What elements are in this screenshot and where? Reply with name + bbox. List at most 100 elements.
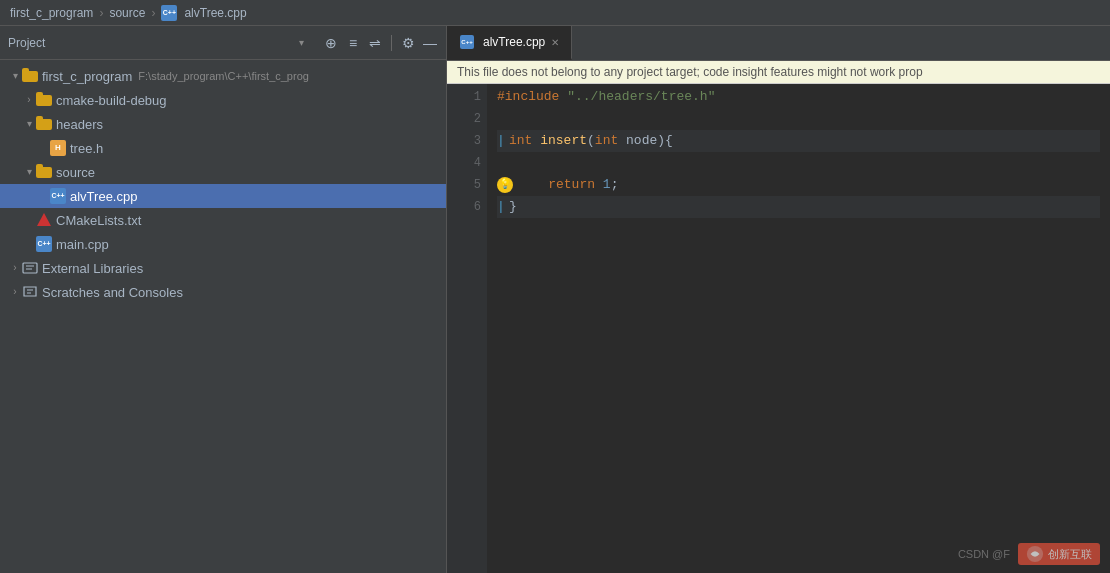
toolbar-separator bbox=[391, 35, 392, 51]
code-fn-insert: insert bbox=[540, 130, 587, 152]
warning-banner: This file does not belong to any project… bbox=[447, 61, 1110, 84]
folder-icon-source bbox=[36, 164, 52, 180]
svg-rect-1 bbox=[23, 263, 37, 273]
tree-item-source[interactable]: ▾ source bbox=[0, 160, 446, 184]
tree-label-source: source bbox=[56, 165, 95, 180]
tree-label-root: first_c_program bbox=[42, 69, 132, 84]
tree-item-external-libs[interactable]: › External Libraries bbox=[0, 256, 446, 280]
code-brace-open: { bbox=[665, 130, 673, 152]
tree-label-alvtree-cpp: alvTree.cpp bbox=[70, 189, 137, 204]
file-tree: ▾ first_c_program F:\stady_program\C++\f… bbox=[0, 60, 446, 573]
scratches-icon bbox=[22, 284, 38, 300]
code-int-kw: int bbox=[509, 130, 540, 152]
split-icon[interactable]: ⇌ bbox=[367, 35, 383, 51]
sidebar: Project ▾ ⊕ ≡ ⇌ ⚙ — ▾ first_c_pr bbox=[0, 26, 447, 573]
folder-icon-cmake-build bbox=[36, 92, 52, 108]
line-num-5: 5 bbox=[453, 174, 481, 196]
tree-arrow-root: ▾ bbox=[8, 69, 22, 83]
cmake-file-icon bbox=[36, 212, 52, 228]
code-line-4 bbox=[497, 152, 1100, 174]
watermark-logo: 创新互联 bbox=[1018, 543, 1100, 565]
code-line-5: 💡 return 1; bbox=[497, 174, 1100, 196]
breadcrumb-source[interactable]: source bbox=[109, 6, 145, 20]
cpp-file-icon-alvtree: C++ bbox=[50, 188, 66, 204]
tree-item-headers[interactable]: ▾ headers bbox=[0, 112, 446, 136]
tree-arrow-headers: ▾ bbox=[22, 117, 36, 131]
cpp-file-icon-main: C++ bbox=[36, 236, 52, 252]
folder-icon-root bbox=[22, 68, 38, 84]
tab-close-button[interactable]: ✕ bbox=[551, 37, 559, 48]
code-paren-open: ( bbox=[587, 130, 595, 152]
tree-label-main-cpp: main.cpp bbox=[56, 237, 109, 252]
gutter-mark-6: | bbox=[497, 196, 505, 218]
editor-area: C++ alvTree.cpp ✕ This file does not bel… bbox=[447, 26, 1110, 573]
line-numbers: 1 2 3 4 5 6 bbox=[447, 84, 487, 573]
tab-alvtree-cpp[interactable]: C++ alvTree.cpp ✕ bbox=[447, 26, 572, 60]
minimize-icon[interactable]: — bbox=[422, 35, 438, 51]
breadcrumb-project[interactable]: first_c_program bbox=[10, 6, 93, 20]
watermark-logo-text: 创新互联 bbox=[1048, 547, 1092, 562]
breadcrumb-sep-1: › bbox=[99, 6, 103, 20]
line-num-1: 1 bbox=[453, 86, 481, 108]
svg-marker-0 bbox=[37, 213, 51, 226]
breadcrumb-file[interactable]: alvTree.cpp bbox=[184, 6, 246, 20]
external-libs-icon bbox=[22, 260, 38, 276]
tree-arrow-cmake-build: › bbox=[22, 93, 36, 107]
tree-label-headers: headers bbox=[56, 117, 103, 132]
tree-arrow-scratches: › bbox=[8, 285, 22, 299]
tree-label-cmakelists: CMakeLists.txt bbox=[56, 213, 141, 228]
code-line-3: |int insert(int node){ bbox=[497, 130, 1100, 152]
gutter-mark-3: | bbox=[497, 130, 505, 152]
code-return-val: 1 bbox=[603, 174, 611, 196]
line-num-2: 2 bbox=[453, 108, 481, 130]
code-spaces-5 bbox=[517, 174, 548, 196]
line-num-4: 4 bbox=[453, 152, 481, 174]
earth-icon[interactable]: ⊕ bbox=[323, 35, 339, 51]
tree-arrow-external-libs: › bbox=[8, 261, 22, 275]
watermark-text: CSDN @F bbox=[958, 548, 1010, 560]
tree-label-external-libs: External Libraries bbox=[42, 261, 143, 276]
project-dropdown-arrow[interactable]: ▾ bbox=[299, 37, 304, 48]
folder-icon-headers bbox=[36, 116, 52, 132]
warning-text: This file does not belong to any project… bbox=[457, 65, 923, 79]
code-semi-5: ; bbox=[611, 174, 619, 196]
tree-item-tree-h[interactable]: › H tree.h bbox=[0, 136, 446, 160]
line-num-6: 6 bbox=[453, 196, 481, 218]
tab-cpp-icon: C++ bbox=[459, 34, 475, 50]
bulb-icon[interactable]: 💡 bbox=[497, 177, 513, 193]
tree-arrow-source: ▾ bbox=[22, 165, 36, 179]
tree-label-scratches: Scratches and Consoles bbox=[42, 285, 183, 300]
sidebar-title: Project bbox=[8, 36, 293, 50]
breadcrumb-cpp-icon: C++ bbox=[161, 5, 177, 21]
line-num-3: 3 bbox=[453, 130, 481, 152]
tree-item-cmake-build[interactable]: › cmake-build-debug bbox=[0, 88, 446, 112]
breadcrumb-bar: first_c_program › source › C++ alvTree.c… bbox=[0, 0, 1110, 26]
tree-label-root-path: F:\stady_program\C++\first_c_prog bbox=[138, 70, 309, 82]
h-file-icon: H bbox=[50, 140, 66, 156]
list-icon[interactable]: ≡ bbox=[345, 35, 361, 51]
tree-label-tree-h: tree.h bbox=[70, 141, 103, 156]
tree-item-root[interactable]: ▾ first_c_program F:\stady_program\C++\f… bbox=[0, 64, 446, 88]
breadcrumb-sep-2: › bbox=[151, 6, 155, 20]
code-line-2 bbox=[497, 108, 1100, 130]
tree-item-cmakelists[interactable]: › CMakeLists.txt bbox=[0, 208, 446, 232]
gear-icon[interactable]: ⚙ bbox=[400, 35, 416, 51]
code-content[interactable]: #include "../headers/tree.h" |int insert… bbox=[487, 84, 1110, 573]
code-int-kw2: int bbox=[595, 130, 618, 152]
code-editor[interactable]: 1 2 3 4 5 6 #include "../headers/tree.h" bbox=[447, 84, 1110, 573]
tree-item-scratches[interactable]: › Scratches and Consoles bbox=[0, 280, 446, 304]
tree-item-alvtree-cpp[interactable]: › C++ alvTree.cpp bbox=[0, 184, 446, 208]
tree-item-main-cpp[interactable]: › C++ main.cpp bbox=[0, 232, 446, 256]
logo-icon bbox=[1026, 545, 1044, 563]
code-brace-close: } bbox=[509, 196, 517, 218]
code-include-str: "../headers/tree.h" bbox=[567, 86, 715, 108]
watermark: CSDN @F 创新互联 bbox=[958, 543, 1100, 565]
tab-bar: C++ alvTree.cpp ✕ bbox=[447, 26, 1110, 61]
code-include-kw: #include bbox=[497, 86, 567, 108]
tab-label-alvtree: alvTree.cpp bbox=[483, 35, 545, 49]
code-line-6: |} bbox=[497, 196, 1100, 218]
code-return-kw: return bbox=[548, 174, 603, 196]
tree-label-cmake-build: cmake-build-debug bbox=[56, 93, 167, 108]
code-line-1: #include "../headers/tree.h" bbox=[497, 86, 1100, 108]
sidebar-toolbar: Project ▾ ⊕ ≡ ⇌ ⚙ — bbox=[0, 26, 446, 60]
